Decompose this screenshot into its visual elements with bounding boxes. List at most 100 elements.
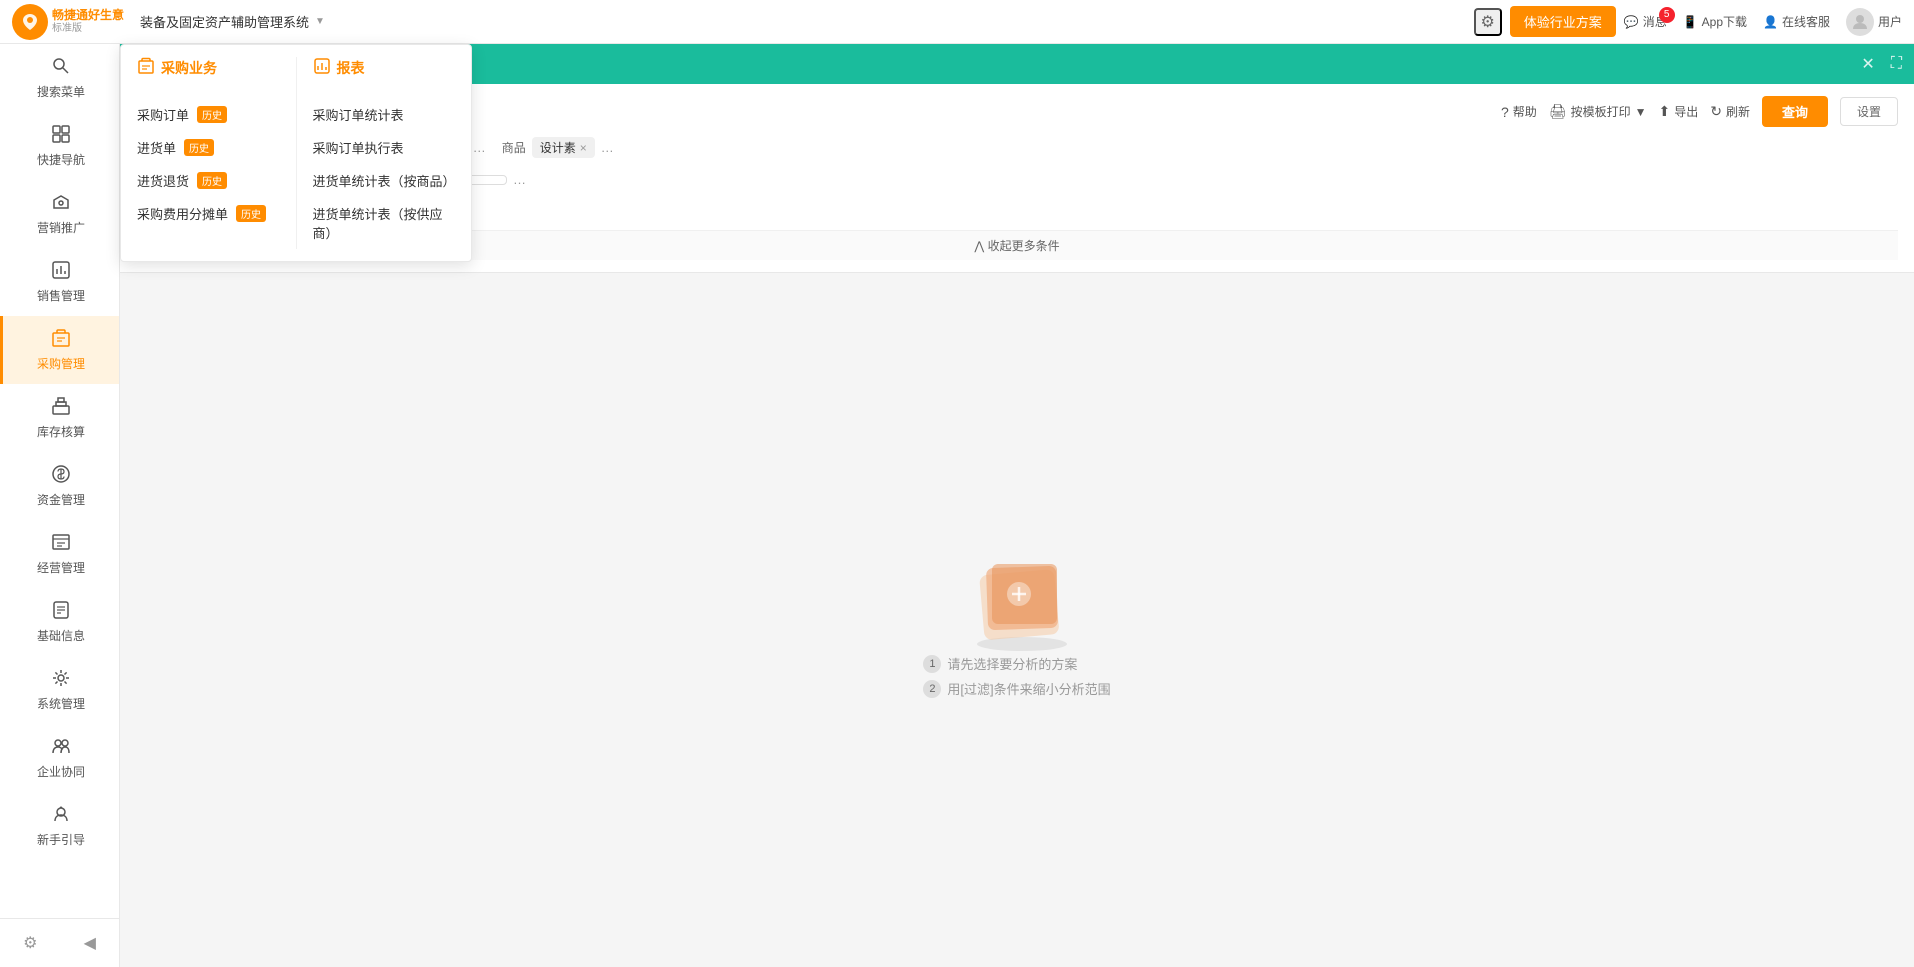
- export-item[interactable]: ⬆ 导出: [1658, 103, 1698, 120]
- tab-bar-right: ✕ ⛶: [1857, 50, 1914, 78]
- sidebar-item-system[interactable]: 系统管理: [0, 656, 119, 724]
- sidebar-item-purchase[interactable]: 采购管理: [0, 316, 119, 384]
- setting-button[interactable]: 设置: [1840, 97, 1898, 126]
- logo-main-name: 畅捷通好生意: [52, 8, 124, 22]
- message-item[interactable]: 💬 消息 5: [1624, 13, 1667, 30]
- logo-area: 畅捷通好生意 标准版: [12, 4, 132, 40]
- dropdown-item-purchase-expense[interactable]: 采购费用分摊单 历史: [137, 197, 280, 230]
- purchase-section-icon: [137, 57, 155, 78]
- sidebar-label-quick-nav: 快捷导航: [37, 151, 85, 168]
- message-icon: 💬: [1624, 15, 1639, 29]
- sidebar-label-purchase: 采购管理: [37, 355, 85, 372]
- purchase-order-exec-label: 采购订单执行表: [313, 138, 404, 157]
- sidebar-item-operation[interactable]: 经营管理: [0, 520, 119, 588]
- print-dropdown-icon: ▼: [1635, 105, 1647, 119]
- purchase-order-label: 采购订单: [137, 105, 189, 124]
- sidebar-label-inventory: 库存核算: [37, 423, 85, 440]
- gear-button[interactable]: ⚙: [1474, 8, 1502, 36]
- dropdown-item-purchase-order-exec[interactable]: 采购订单执行表: [313, 131, 456, 164]
- sidebar-item-capital[interactable]: 资金管理: [0, 452, 119, 520]
- sidebar-bottom: ⚙ ◀: [0, 918, 119, 967]
- app-download-item[interactable]: 📱 App下载: [1683, 13, 1747, 30]
- goods-tag: 设计素 ×: [532, 137, 595, 158]
- message-badge: 5: [1659, 7, 1675, 23]
- sidebar-label-marketing: 营销推广: [37, 219, 85, 236]
- sidebar-item-inventory[interactable]: 库存核算: [0, 384, 119, 452]
- inbound-return-hist: 历史: [197, 172, 227, 189]
- search-menu-icon: [51, 56, 71, 79]
- newbie-icon: [51, 804, 71, 827]
- sidebar-item-enterprise[interactable]: 企业协同: [0, 724, 119, 792]
- dropdown-purchase-title: 采购业务: [137, 57, 280, 86]
- tab-close-window-btn[interactable]: ✕: [1857, 50, 1878, 78]
- sidebar-label-system: 系统管理: [37, 695, 85, 712]
- user-avatar: [1846, 8, 1874, 36]
- help-icon: ?: [1501, 104, 1509, 120]
- sidebar-settings-btn[interactable]: ⚙: [15, 929, 45, 957]
- purchase-icon: [51, 328, 71, 351]
- sidebar-item-sales[interactable]: 销售管理: [0, 248, 119, 316]
- dropdown-menu: 采购业务 采购订单 历史 进货单 历史 进货退货 历史 采购费用分摊单 历史 报…: [120, 44, 472, 262]
- sidebar-item-basic-info[interactable]: 基础信息: [0, 588, 119, 656]
- sidebar-label-search-menu: 搜索菜单: [37, 83, 85, 100]
- dropdown-item-inbound-return[interactable]: 进货退货 历史: [137, 164, 280, 197]
- sidebar-item-search-menu[interactable]: 搜索菜单: [0, 44, 119, 112]
- goods-dots[interactable]: …: [601, 140, 614, 155]
- online-service-item[interactable]: 👤 在线客服: [1763, 13, 1830, 30]
- tab-maximize-btn[interactable]: ⛶: [1887, 51, 1906, 77]
- dropdown-item-purchase-order-stats[interactable]: 采购订单统计表: [313, 98, 456, 131]
- logo-icon: [12, 4, 48, 40]
- query-button[interactable]: 查询: [1762, 96, 1828, 127]
- print-item[interactable]: 🖨 按模板打印 ▼: [1549, 103, 1647, 120]
- sidebar-collapse-btn[interactable]: ◀: [76, 929, 104, 957]
- hint-num-1: 1: [923, 655, 941, 673]
- help-item[interactable]: ? 帮助: [1501, 103, 1537, 120]
- dropdown-purchase-section: 采购业务 采购订单 历史 进货单 历史 进货退货 历史 采购费用分摊单 历史: [121, 57, 296, 249]
- sidebar-item-quick-nav[interactable]: 快捷导航: [0, 112, 119, 180]
- goods-tag-text: 设计素: [540, 139, 576, 156]
- quick-nav-icon: [51, 124, 71, 147]
- phone-icon: 📱: [1683, 15, 1698, 29]
- dropdown-item-inbound-stats-goods[interactable]: 进货单统计表（按商品）: [313, 164, 456, 197]
- system-title-chevron[interactable]: ▼: [315, 16, 325, 27]
- user-item[interactable]: 用户: [1846, 8, 1902, 36]
- refresh-item[interactable]: ↻ 刷新: [1710, 103, 1750, 120]
- dropdown-item-purchase-order[interactable]: 采购订单 历史: [137, 98, 280, 131]
- system-title: 装备及固定资产辅助管理系统 ▼: [140, 12, 1466, 31]
- empty-image: [957, 542, 1077, 642]
- logo-text: 畅捷通好生意 标准版: [52, 8, 124, 34]
- inbound-return-label: 进货退货: [137, 171, 189, 190]
- goods-filter-group: 商品 设计素 × …: [502, 137, 614, 158]
- dropdown-item-inbound[interactable]: 进货单 历史: [137, 131, 280, 164]
- bill-status-dots[interactable]: …: [473, 140, 486, 155]
- sidebar: 搜索菜单 快捷导航 营销推广 销售管理 采购管理: [0, 44, 120, 967]
- sidebar-item-marketing[interactable]: 营销推广: [0, 180, 119, 248]
- hint-text-2: 用[过滤]条件来缩小分析范围: [947, 679, 1110, 698]
- purchase-expense-hist: 历史: [236, 205, 266, 222]
- inbound-stats-supplier-label: 进货单统计表（按供应商）: [313, 204, 456, 242]
- hint-text-1: 请先选择要分析的方案: [947, 654, 1077, 673]
- sidebar-label-newbie: 新手引导: [37, 831, 85, 848]
- inbound-hist: 历史: [184, 139, 214, 156]
- report-section-icon: [313, 57, 331, 78]
- dropdown-item-inbound-stats-supplier[interactable]: 进货单统计表（按供应商）: [313, 197, 456, 249]
- goods-label: 商品: [502, 139, 526, 156]
- salesman-dots[interactable]: …: [513, 172, 526, 187]
- purchase-order-hist: 历史: [197, 106, 227, 123]
- dropdown-report-section: 报表 采购订单统计表 采购订单执行表 进货单统计表（按商品） 进货单统计表（按供…: [296, 57, 472, 249]
- operation-icon: [51, 532, 71, 555]
- purchase-expense-label: 采购费用分摊单: [137, 204, 228, 223]
- collapse-icon: ⋀: [974, 239, 984, 253]
- inventory-icon: [51, 396, 71, 419]
- sidebar-label-enterprise: 企业协同: [37, 763, 85, 780]
- export-icon: ⬆: [1658, 103, 1670, 120]
- top-right: 💬 消息 5 📱 App下载 👤 在线客服 用户: [1624, 8, 1902, 36]
- sidebar-label-operation: 经营管理: [37, 559, 85, 576]
- collapse-text: 收起更多条件: [988, 239, 1060, 253]
- industry-btn[interactable]: 体验行业方案: [1510, 6, 1616, 37]
- top-bar: 畅捷通好生意 标准版 装备及固定资产辅助管理系统 ▼ ⚙ 体验行业方案 💬 消息…: [0, 0, 1914, 44]
- goods-tag-close[interactable]: ×: [580, 141, 587, 155]
- system-icon: [51, 668, 71, 691]
- sidebar-item-newbie[interactable]: 新手引导: [0, 792, 119, 860]
- main-content: 1 请先选择要分析的方案 2 用[过滤]条件来缩小分析范围: [120, 273, 1914, 967]
